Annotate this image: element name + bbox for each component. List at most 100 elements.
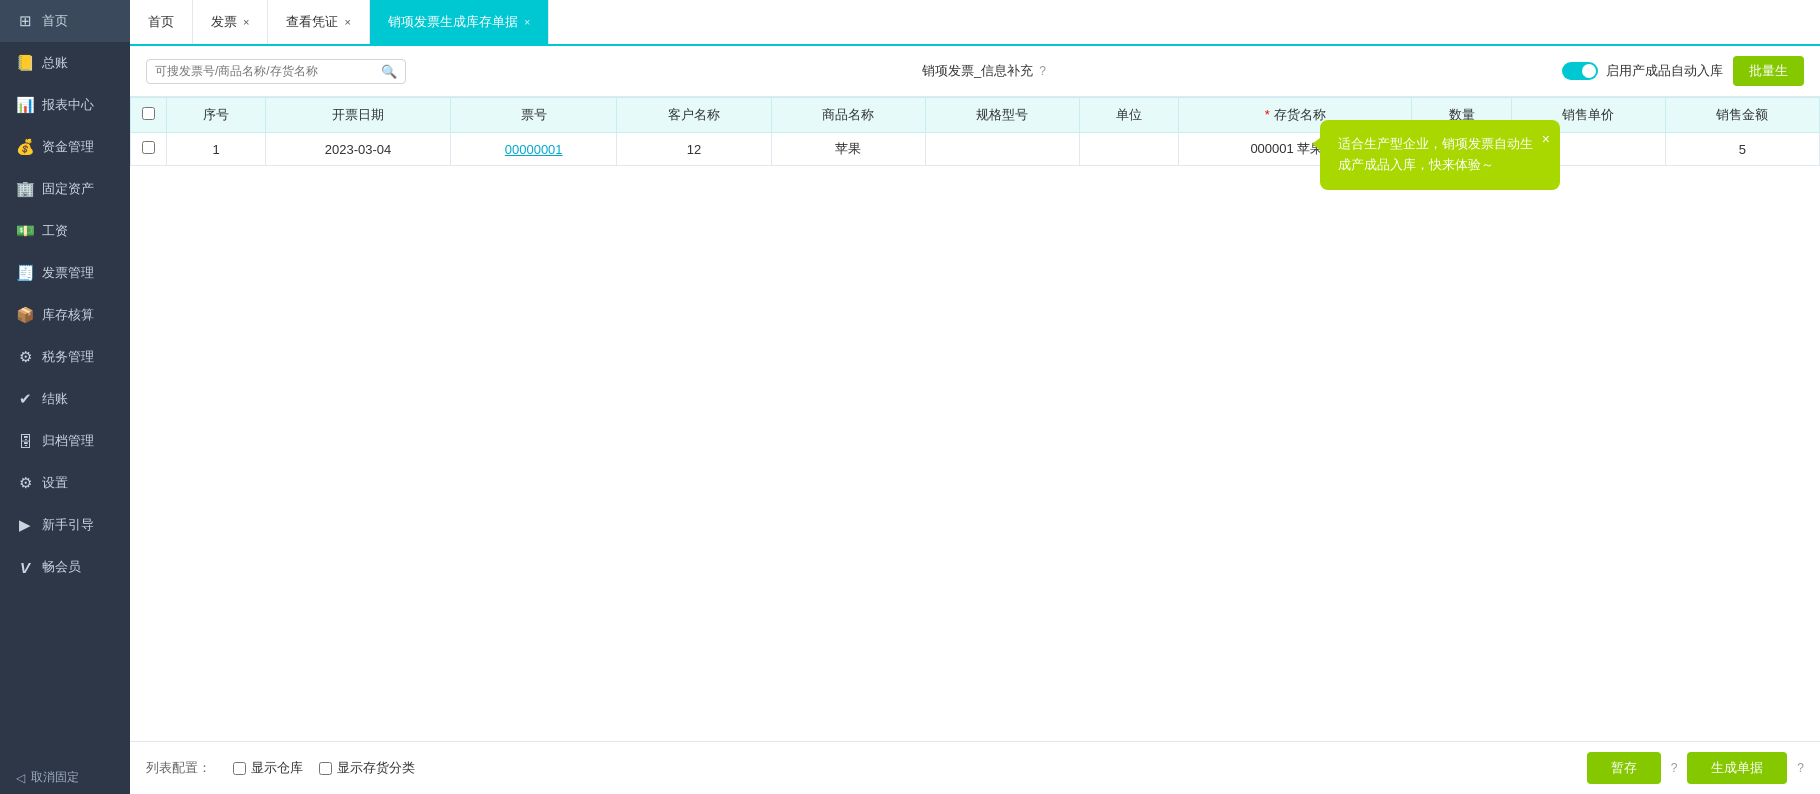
sidebar-item-label: 畅会员 bbox=[42, 558, 81, 576]
header-customer: 客户名称 bbox=[617, 98, 771, 133]
tab-cancel-invoice-generate-label: 销项发票生成库存单据 bbox=[388, 13, 518, 31]
bottom-actions: 暂存 ? 生成单据 ? bbox=[1587, 752, 1804, 784]
tab-invoice[interactable]: 发票 × bbox=[193, 0, 268, 44]
sidebar-item-label: 固定资产 bbox=[42, 180, 94, 198]
show-inventory-category-wrap[interactable]: 显示存货分类 bbox=[319, 759, 415, 777]
show-warehouse-wrap[interactable]: 显示仓库 bbox=[233, 759, 303, 777]
tab-cancel-invoice-generate-close[interactable]: × bbox=[524, 16, 530, 28]
sidebar-item-label: 税务管理 bbox=[42, 348, 94, 366]
toolbar-right: 启用产成品自动入库 批量生 bbox=[1562, 56, 1804, 86]
tab-invoice-label: 发票 bbox=[211, 13, 237, 31]
newbie-icon: ▶ bbox=[16, 516, 34, 534]
search-icon: 🔍 bbox=[381, 64, 397, 79]
sidebar-item-assets[interactable]: 🏢 固定资产 bbox=[0, 168, 130, 210]
vip-icon: V bbox=[16, 559, 34, 576]
sidebar-item-payroll[interactable]: 💵 工资 bbox=[0, 210, 130, 252]
cell-unit bbox=[1079, 133, 1178, 166]
sidebar: ⊞ 首页 📒 总账 📊 报表中心 💰 资金管理 🏢 固定资产 💵 工资 🧾 发票… bbox=[0, 0, 130, 794]
cancel-fixed-button[interactable]: ◁ 取消固定 bbox=[0, 761, 130, 794]
invoice-mgmt-icon: 🧾 bbox=[16, 264, 34, 282]
sidebar-item-label: 总账 bbox=[42, 54, 68, 72]
sidebar-item-label: 库存核算 bbox=[42, 306, 94, 324]
generate-help-icon[interactable]: ? bbox=[1797, 761, 1804, 775]
main-content: 首页 发票 × 查看凭证 × 销项发票生成库存单据 × 🔍 销项发票_信息补充 … bbox=[130, 0, 1820, 794]
header-amount: 销售金额 bbox=[1665, 98, 1819, 133]
sidebar-item-reports[interactable]: 📊 报表中心 bbox=[0, 84, 130, 126]
header-checkbox[interactable] bbox=[131, 98, 167, 133]
tab-invoice-close[interactable]: × bbox=[243, 16, 249, 28]
settings-icon: ⚙ bbox=[16, 474, 34, 492]
toggle-label: 启用产成品自动入库 bbox=[1606, 62, 1723, 80]
save-button[interactable]: 暂存 bbox=[1587, 752, 1661, 784]
show-warehouse-checkbox[interactable] bbox=[233, 762, 246, 775]
tab-bar: 首页 发票 × 查看凭证 × 销项发票生成库存单据 × bbox=[130, 0, 1820, 46]
tax-icon: ⚙ bbox=[16, 348, 34, 366]
ledger-icon: 📒 bbox=[16, 54, 34, 72]
tab-cancel-invoice-generate[interactable]: 销项发票生成库存单据 × bbox=[370, 0, 549, 44]
sidebar-item-inventory[interactable]: 📦 库存核算 bbox=[0, 294, 130, 336]
search-input[interactable] bbox=[155, 64, 375, 78]
select-all-checkbox[interactable] bbox=[142, 107, 155, 120]
home-icon: ⊞ bbox=[16, 12, 34, 30]
auto-stock-toggle[interactable] bbox=[1562, 62, 1598, 80]
cell-ticket-no[interactable]: 00000001 bbox=[450, 133, 616, 166]
toolbar: 🔍 销项发票_信息补充 ? 启用产成品自动入库 批量生 bbox=[130, 46, 1820, 97]
reports-icon: 📊 bbox=[16, 96, 34, 114]
help-icon[interactable]: ? bbox=[1039, 64, 1046, 78]
sidebar-item-label: 报表中心 bbox=[42, 96, 94, 114]
batch-button[interactable]: 批量生 bbox=[1733, 56, 1804, 86]
header-product-name: 商品名称 bbox=[771, 98, 925, 133]
show-inventory-category-label: 显示存货分类 bbox=[337, 759, 415, 777]
sidebar-item-archive[interactable]: 🗄 归档管理 bbox=[0, 420, 130, 462]
payroll-icon: 💵 bbox=[16, 222, 34, 240]
cell-product-name: 苹果 bbox=[771, 133, 925, 166]
sidebar-item-home[interactable]: ⊞ 首页 bbox=[0, 0, 130, 42]
header-date: 开票日期 bbox=[266, 98, 451, 133]
tab-home[interactable]: 首页 bbox=[130, 0, 193, 44]
sidebar-item-settings[interactable]: ⚙ 设置 bbox=[0, 462, 130, 504]
sidebar-item-newbie[interactable]: ▶ 新手引导 bbox=[0, 504, 130, 546]
header-spec: 规格型号 bbox=[925, 98, 1079, 133]
show-warehouse-label: 显示仓库 bbox=[251, 759, 303, 777]
row-checkbox[interactable] bbox=[142, 141, 155, 154]
toggle-wrap: 启用产成品自动入库 bbox=[1562, 62, 1723, 80]
tooltip-text: 适合生产型企业，销项发票自动生成产成品入库，快来体验～ bbox=[1338, 136, 1533, 172]
generate-button[interactable]: 生成单据 bbox=[1687, 752, 1787, 784]
cell-amount: 5 bbox=[1665, 133, 1819, 166]
sidebar-item-ledger[interactable]: 📒 总账 bbox=[0, 42, 130, 84]
ticket-no-link[interactable]: 00000001 bbox=[505, 142, 563, 157]
table-row: 1 2023-03-04 00000001 12 苹果 000001 苹果 个 … bbox=[131, 133, 1820, 166]
sidebar-item-funds[interactable]: 💰 资金管理 bbox=[0, 126, 130, 168]
search-wrap[interactable]: 🔍 bbox=[146, 59, 406, 84]
cancel-fixed-label: 取消固定 bbox=[31, 769, 79, 786]
tooltip-popup: × 适合生产型企业，销项发票自动生成产成品入库，快来体验～ bbox=[1320, 120, 1560, 190]
header-unit: 单位 bbox=[1079, 98, 1178, 133]
bottom-bar: 列表配置： 显示仓库 显示存货分类 暂存 ? 生成单据 ? bbox=[130, 741, 1820, 794]
header-seq: 序号 bbox=[167, 98, 266, 133]
tab-view-voucher-close[interactable]: × bbox=[344, 16, 350, 28]
tooltip-close-button[interactable]: × bbox=[1542, 128, 1550, 150]
sidebar-item-label: 新手引导 bbox=[42, 516, 94, 534]
sidebar-item-settle[interactable]: ✔ 结账 bbox=[0, 378, 130, 420]
assets-icon: 🏢 bbox=[16, 180, 34, 198]
settle-icon: ✔ bbox=[16, 390, 34, 408]
cell-customer: 12 bbox=[617, 133, 771, 166]
show-inventory-category-checkbox[interactable] bbox=[319, 762, 332, 775]
row-checkbox-cell[interactable] bbox=[131, 133, 167, 166]
save-help-icon[interactable]: ? bbox=[1671, 761, 1678, 775]
sidebar-item-tax[interactable]: ⚙ 税务管理 bbox=[0, 336, 130, 378]
sidebar-item-label: 发票管理 bbox=[42, 264, 94, 282]
header-ticket-no: 票号 bbox=[450, 98, 616, 133]
sidebar-item-label: 设置 bbox=[42, 474, 68, 492]
data-table: 序号 开票日期 票号 客户名称 商品名称 规格型号 单位 * 存货名称 数量 销… bbox=[130, 97, 1820, 166]
toolbar-center: 销项发票_信息补充 ? bbox=[418, 62, 1550, 80]
sidebar-item-label: 首页 bbox=[42, 12, 68, 30]
sidebar-item-label: 工资 bbox=[42, 222, 68, 240]
sidebar-item-vip[interactable]: V 畅会员 bbox=[0, 546, 130, 588]
sidebar-item-invoice-mgmt[interactable]: 🧾 发票管理 bbox=[0, 252, 130, 294]
cell-seq: 1 bbox=[167, 133, 266, 166]
tab-view-voucher[interactable]: 查看凭证 × bbox=[268, 0, 369, 44]
funds-icon: 💰 bbox=[16, 138, 34, 156]
sidebar-item-label: 归档管理 bbox=[42, 432, 94, 450]
cell-date: 2023-03-04 bbox=[266, 133, 451, 166]
